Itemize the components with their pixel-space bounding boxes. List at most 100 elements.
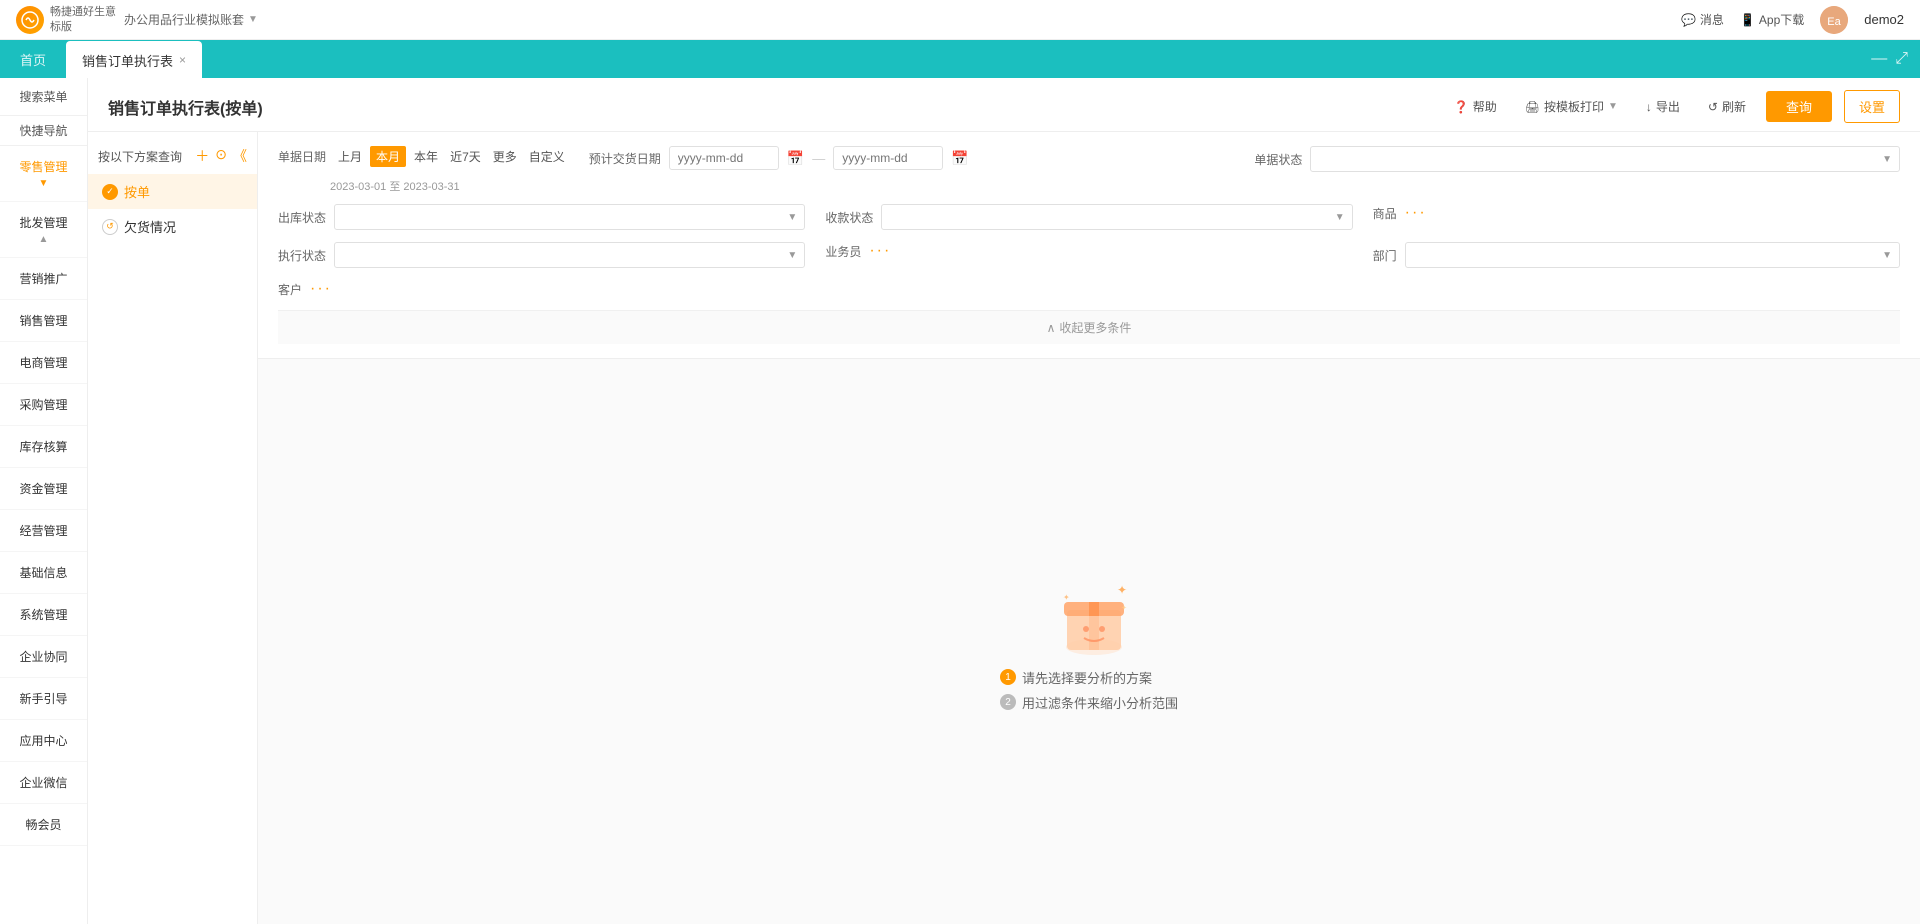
sidebar-item-inventory[interactable]: 库存核算 <box>0 426 87 468</box>
export-icon: ↓ <box>1646 100 1652 114</box>
single-status-select[interactable] <box>1310 146 1900 172</box>
query-btn[interactable]: 查询 <box>1766 91 1832 122</box>
expected-date-end-input[interactable] <box>833 146 943 170</box>
date-tab-last-month[interactable]: 上月 <box>334 146 366 167</box>
svg-text:Ea: Ea <box>1828 16 1842 28</box>
scheme-item-by-order[interactable]: ✓ 按单 <box>88 174 257 209</box>
expected-date-filter-group: 预计交货日期 📅 — 📅 <box>589 146 1235 170</box>
sidebar-item-member[interactable]: 畅会员 <box>0 804 87 846</box>
date-filter-group: 单据日期 上月 本月 本年 近7天 更多 自定义 <box>278 146 569 167</box>
collapse-bar[interactable]: ∧ 收起更多条件 <box>278 310 1900 344</box>
sidebar-item-enterprise[interactable]: 企业协同 <box>0 636 87 678</box>
print-icon: 🖨 <box>1525 100 1540 114</box>
top-header: 畅捷通好生意 标版 办公用品行业模拟账套 ▼ 💬 消息 📱 App下载 Ea d… <box>0 0 1920 40</box>
add-scheme-icon[interactable]: ＋ <box>195 146 209 166</box>
sidebar-item-marketing[interactable]: 营销推广 <box>0 258 87 300</box>
header-right: 💬 消息 📱 App下载 Ea demo2 <box>1681 6 1904 34</box>
user-name: demo2 <box>1864 12 1904 27</box>
tab-home[interactable]: 首页 <box>0 40 66 78</box>
settings-btn[interactable]: 设置 <box>1844 90 1900 123</box>
sidebar-item-wechat[interactable]: 企业微信 <box>0 762 87 804</box>
dept-select[interactable] <box>1405 242 1900 268</box>
empty-state: ✦ ✦ ✦ 1 <box>1000 572 1178 712</box>
message-action[interactable]: 💬 消息 <box>1681 11 1724 28</box>
expected-date-start-input[interactable] <box>669 146 779 170</box>
filter-area: 单据日期 上月 本月 本年 近7天 更多 自定义 <box>258 132 1920 359</box>
sidebar-item-basic-info[interactable]: 基础信息 <box>0 552 87 594</box>
receipt-status-select[interactable] <box>881 204 1352 230</box>
goods-group: 商品 ··· <box>1373 204 1900 222</box>
calendar-start-icon[interactable]: 📅 <box>787 150 804 167</box>
salesperson-picker-btn[interactable]: ··· <box>869 242 891 260</box>
page-header-actions: ❓ 帮助 🖨 按模板打印 ▼ ↓ 导出 ↺ 刷新 <box>1446 90 1900 123</box>
sidebar-item-finance[interactable]: 资金管理 <box>0 468 87 510</box>
print-dropdown-icon[interactable]: ▼ <box>1608 101 1618 112</box>
sidebar-item-appcenter[interactable]: 应用中心 <box>0 720 87 762</box>
help-btn[interactable]: ❓ 帮助 <box>1446 94 1505 119</box>
refresh-btn[interactable]: ↺ 刷新 <box>1700 94 1754 119</box>
exec-status-select-wrapper: ▼ <box>334 242 805 268</box>
sidebar-item-purchase[interactable]: 采购管理 <box>0 384 87 426</box>
breadcrumb-dropdown[interactable]: ▼ <box>248 14 258 25</box>
tab-close-icon[interactable]: × <box>179 53 186 67</box>
sidebar-item-retail[interactable]: 零售管理 ▼ <box>0 146 87 202</box>
message-icon: 💬 <box>1681 13 1696 27</box>
tab-minimize-btn[interactable]: — <box>1871 50 1887 68</box>
sidebar-item-wholesale[interactable]: 批发管理 ▲ <box>0 202 87 258</box>
sidebar-quick-nav[interactable]: 快捷导航 <box>0 116 87 146</box>
customer-picker-btn[interactable]: ··· <box>310 280 332 298</box>
retail-expand-icon: ▼ <box>39 178 49 189</box>
date-tabs: 上月 本月 本年 近7天 更多 自定义 <box>334 146 569 167</box>
sidebar: 搜索菜单 快捷导航 零售管理 ▼ 批发管理 ▲ 营销推广 销售管理 电商管理 采… <box>0 78 88 924</box>
tab-maximize-btn[interactable]: ⤢ <box>1895 50 1908 68</box>
scheme-active-icon: ✓ <box>102 184 118 200</box>
date-tab-this-month[interactable]: 本月 <box>370 146 406 167</box>
left-panel-header: 按以下方案查询 ＋ ⊙ 《 <box>88 142 257 174</box>
collapse-icon: ∧ <box>1047 321 1056 335</box>
left-panel: 按以下方案查询 ＋ ⊙ 《 ✓ 按单 ↺ 欠货情况 <box>88 132 258 924</box>
tab-active[interactable]: 销售订单执行表 × <box>66 41 202 79</box>
empty-illustration: ✦ ✦ ✦ <box>1049 572 1129 652</box>
content-area: 销售订单执行表(按单) ❓ 帮助 🖨 按模板打印 ▼ ↓ 导出 <box>88 78 1920 924</box>
empty-hint-2: 2 用过滤条件来缩小分析范围 <box>1000 693 1178 712</box>
date-tab-more[interactable]: 更多 <box>489 146 521 167</box>
dept-select-wrapper: ▼ <box>1405 242 1900 268</box>
scheme-inactive-icon: ↺ <box>102 219 118 235</box>
svg-text:✦: ✦ <box>1063 593 1070 602</box>
refresh-icon: ↺ <box>1708 100 1718 114</box>
export-btn[interactable]: ↓ 导出 <box>1638 94 1688 119</box>
sidebar-item-system[interactable]: 系统管理 <box>0 594 87 636</box>
exec-status-select[interactable] <box>334 242 805 268</box>
data-area: ✦ ✦ ✦ 1 <box>258 359 1920 924</box>
sidebar-search[interactable]: 搜索菜单 <box>0 78 87 116</box>
sidebar-item-ecommerce[interactable]: 电商管理 <box>0 342 87 384</box>
copy-scheme-icon[interactable]: ⊙ <box>215 146 227 166</box>
tab-bar: 首页 销售订单执行表 × — ⤢ <box>0 40 1920 78</box>
right-panel: 单据日期 上月 本月 本年 近7天 更多 自定义 <box>258 132 1920 924</box>
dept-group: 部门 ▼ <box>1373 242 1900 268</box>
app-icon: 📱 <box>1740 13 1755 27</box>
svg-text:✦: ✦ <box>1121 604 1127 612</box>
app-download-action[interactable]: 📱 App下载 <box>1740 11 1804 28</box>
out-status-select-wrapper: ▼ <box>334 204 805 230</box>
receipt-status-group: 收款状态 ▼ <box>825 204 1352 230</box>
avatar: Ea <box>1820 6 1848 34</box>
logo-area: 畅捷通好生意 标版 <box>16 5 116 34</box>
sidebar-item-operations[interactable]: 经营管理 <box>0 510 87 552</box>
goods-picker-btn[interactable]: ··· <box>1405 204 1427 222</box>
sidebar-item-sales[interactable]: 销售管理 <box>0 300 87 342</box>
header-left: 畅捷通好生意 标版 办公用品行业模拟账套 ▼ <box>16 5 258 34</box>
logo-text: 畅捷通好生意 标版 <box>50 5 116 34</box>
out-status-select[interactable] <box>334 204 805 230</box>
sidebar-item-guide[interactable]: 新手引导 <box>0 678 87 720</box>
collapse-panel-icon[interactable]: 《 <box>233 146 247 166</box>
scheme-item-shortage[interactable]: ↺ 欠货情况 <box>88 209 257 244</box>
date-tab-this-year[interactable]: 本年 <box>410 146 442 167</box>
calendar-end-icon[interactable]: 📅 <box>951 150 968 167</box>
date-tab-custom[interactable]: 自定义 <box>525 146 569 167</box>
print-btn[interactable]: 🖨 按模板打印 ▼ <box>1517 94 1626 119</box>
date-tab-7days[interactable]: 近7天 <box>446 146 485 167</box>
single-status-select-wrapper: ▼ <box>1310 146 1900 172</box>
breadcrumb: 办公用品行业模拟账套 ▼ <box>124 11 258 28</box>
svg-text:✦: ✦ <box>1117 583 1127 597</box>
